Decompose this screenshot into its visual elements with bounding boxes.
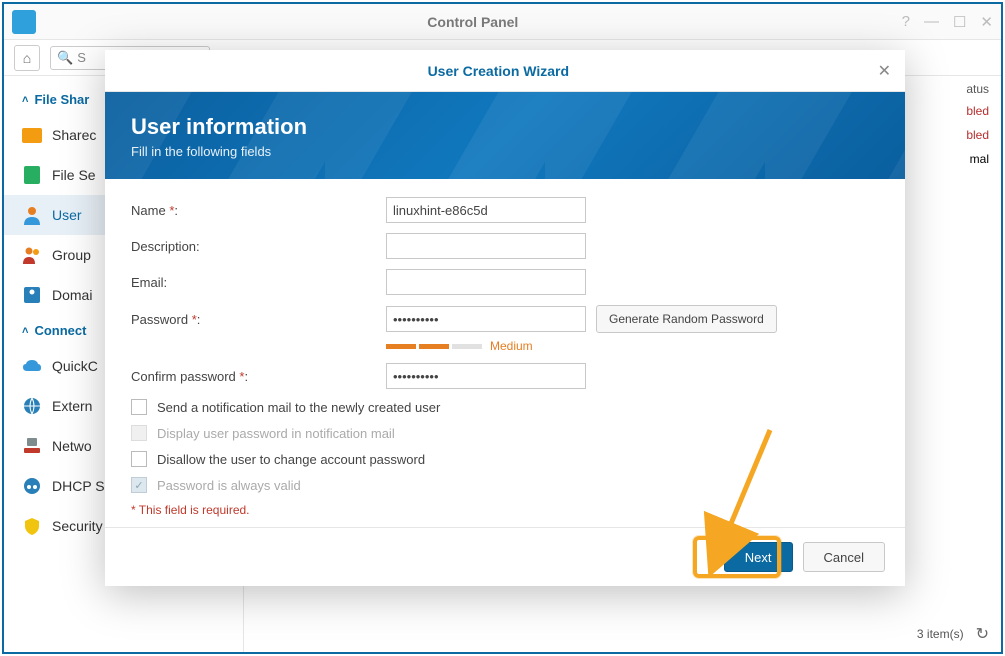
next-button[interactable]: Next [724,542,793,572]
table-row[interactable]: bled [966,128,989,142]
window-titlebar: Control Panel ? — ☐ ✕ [4,4,1001,40]
chevron-up-icon: ˄ [22,94,28,106]
refresh-icon[interactable]: ↻ [976,624,989,644]
app-icon [12,10,36,34]
column-status[interactable]: atus [966,82,989,96]
always-valid-checkbox: ✓ [131,477,147,493]
home-button[interactable]: ⌂ [14,45,40,71]
help-icon[interactable]: ? [902,13,910,31]
chevron-up-icon: ˄ [22,325,28,337]
minimize-icon[interactable]: — [924,13,939,31]
email-input[interactable] [386,269,586,295]
table-row[interactable]: mal [966,152,989,166]
cloud-icon [22,356,42,376]
domain-icon [22,285,42,305]
notify-label: Send a notification mail to the newly cr… [157,400,440,415]
modal-heading: User information [131,114,879,140]
name-label: Name *: [131,203,386,218]
folder-share-icon [22,125,42,145]
notify-checkbox[interactable] [131,399,147,415]
password-strength: Medium [386,339,879,353]
modal-subheading: Fill in the following fields [131,144,879,159]
password-label: Password *: [131,312,386,327]
display-pwd-label: Display user password in notification ma… [157,426,395,441]
table-row[interactable]: bled [966,104,989,118]
confirm-label: Confirm password *: [131,369,386,384]
table-body: bled bled mal [966,104,989,166]
description-input[interactable] [386,233,586,259]
disallow-label: Disallow the user to change account pass… [157,452,425,467]
search-icon: 🔍 [57,50,73,66]
network-icon [22,436,42,456]
close-window-icon[interactable]: ✕ [980,13,993,31]
generate-password-button[interactable]: Generate Random Password [596,305,777,333]
window-title: Control Panel [44,14,902,30]
confirm-input[interactable] [386,363,586,389]
close-icon[interactable]: ✕ [878,61,891,81]
password-input[interactable] [386,306,586,332]
search-placeholder: S [77,50,86,65]
item-count: 3 item(s) [917,627,964,641]
modal-title: User Creation Wizard [119,63,878,79]
always-valid-label: Password is always valid [157,478,301,493]
shield-icon [22,516,42,536]
dhcp-icon [22,476,42,496]
maximize-icon[interactable]: ☐ [953,13,966,31]
globe-icon [22,396,42,416]
user-creation-wizard-modal: User Creation Wizard ✕ User information … [105,50,905,586]
display-pwd-checkbox [131,425,147,441]
description-label: Description: [131,239,386,254]
file-services-icon [22,165,42,185]
email-label: Email: [131,275,386,290]
strength-label: Medium [490,339,533,353]
disallow-checkbox[interactable] [131,451,147,467]
name-input[interactable] [386,197,586,223]
cancel-button[interactable]: Cancel [803,542,885,572]
required-note: * This field is required. [131,503,879,517]
group-icon [22,245,42,265]
user-icon [22,205,42,225]
